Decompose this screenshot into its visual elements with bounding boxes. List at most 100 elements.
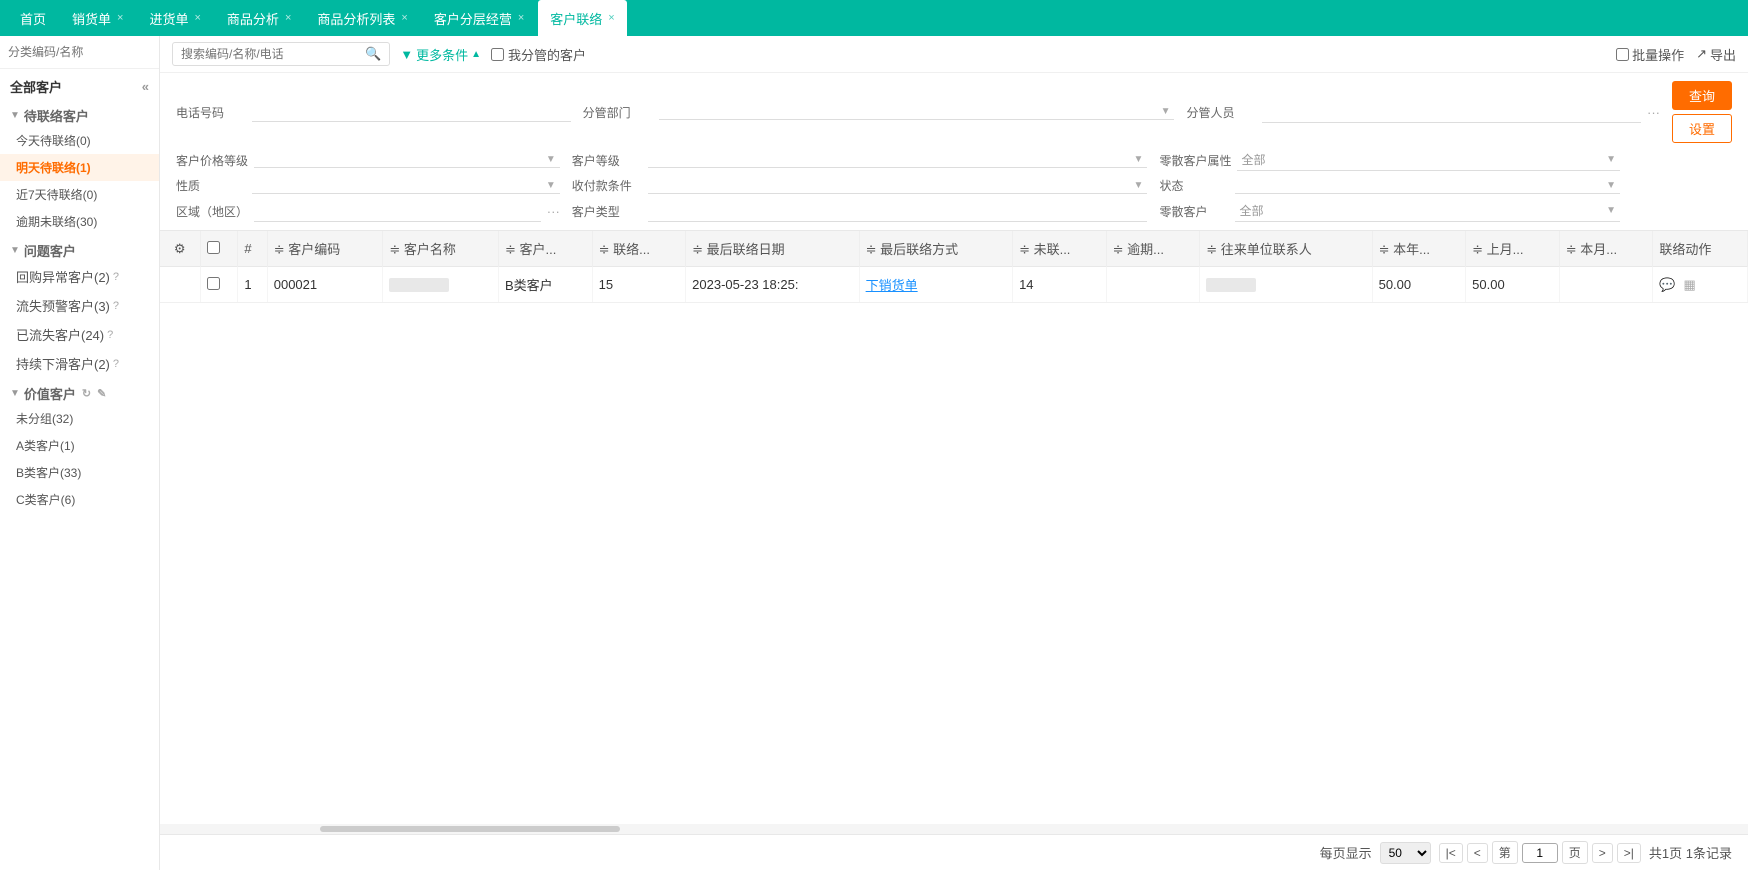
batch-op-checkbox[interactable]	[1616, 48, 1629, 61]
sidebar-item-tomorrow[interactable]: 明天待联络(1)	[0, 154, 159, 181]
total-info: 共1页 1条记录	[1649, 843, 1732, 862]
per-page-label: 每页显示	[1320, 843, 1372, 862]
value-refresh-icon[interactable]: ↻	[82, 387, 91, 400]
col-gear-header[interactable]: ⚙	[160, 231, 200, 267]
page-input[interactable]	[1522, 843, 1558, 863]
row-uncontacted-0: 14	[1013, 267, 1107, 303]
customer-level-select[interactable]: ▼	[648, 152, 1148, 168]
nav-purchase[interactable]: 进货单 ×	[137, 0, 212, 36]
nature-arrow-icon: ▼	[546, 180, 556, 191]
col-this-year-label: ≑ 本年...	[1379, 242, 1430, 257]
status-select[interactable]: ▼	[1235, 178, 1620, 194]
sidebar-item-c-class[interactable]: C类客户(6)	[0, 486, 159, 513]
row-num-0: 1	[238, 267, 267, 303]
collapse-icon[interactable]: «	[142, 79, 149, 94]
my-customers-checkbox[interactable]	[491, 48, 504, 61]
customer-level-arrow-icon: ▼	[1134, 154, 1144, 165]
sidebar-item-week[interactable]: 近7天待联络(0)	[0, 181, 159, 208]
all-customers-header: 全部客户 «	[0, 69, 159, 100]
sidebar-item-overdue[interactable]: 逾期未联络(30)	[0, 208, 159, 235]
col-this-month-header[interactable]: ≑ 本月...	[1559, 231, 1653, 267]
col-uncontacted-header[interactable]: ≑ 未联...	[1013, 231, 1107, 267]
payment-select[interactable]: ▼	[648, 178, 1148, 194]
nav-sales[interactable]: 销货单 ×	[60, 0, 135, 36]
col-code-header[interactable]: ≑ 客户编码	[267, 231, 383, 267]
dept-select[interactable]: ▼	[659, 104, 1175, 120]
sidebar-item-today[interactable]: 今天待联络(0)	[0, 127, 159, 154]
close-product-analysis-icon[interactable]: ×	[285, 12, 291, 24]
per-page-select[interactable]: 50 10 20 100	[1380, 842, 1431, 864]
nature-select[interactable]: ▼	[252, 178, 560, 194]
nav-customer-contact[interactable]: 客户联络 ×	[538, 0, 626, 36]
query-btn[interactable]: 查询	[1672, 81, 1732, 110]
customer-table: ⚙ # ≑ 客户编码 ≑ 客户名称 ≑ 客户... ≑ 联络... ≑ 最后联络…	[160, 231, 1748, 303]
retail-attr-select[interactable]: 全部 ▼	[1237, 149, 1620, 171]
col-name-header[interactable]: ≑ 客户名称	[383, 231, 499, 267]
person-more-icon[interactable]: ···	[1647, 105, 1660, 120]
more-conditions-btn[interactable]: ▼ 更多条件 ▲	[400, 45, 481, 64]
export-btn[interactable]: ↗ 导出	[1696, 45, 1736, 64]
sidebar-item-b-class[interactable]: B类客户(33)	[0, 459, 159, 486]
col-contact-count-label: ≑ 联络...	[599, 242, 650, 257]
scrollbar-thumb[interactable]	[320, 826, 620, 832]
row-select-0[interactable]	[207, 277, 220, 290]
row-last-contact-method-0[interactable]: 下销货单	[859, 267, 1012, 303]
my-customers-checkbox-area: 我分管的客户	[491, 45, 586, 64]
col-unit-contact-header[interactable]: ≑ 往来单位联系人	[1200, 231, 1372, 267]
row-last-month-0: 50.00	[1466, 267, 1560, 303]
settings-btn[interactable]: 设置	[1672, 114, 1732, 143]
sidebar-item-continuous-decline[interactable]: 持续下滑客户(2) ?	[0, 349, 159, 378]
footer-bar: 每页显示 50 10 20 100 |< < 第 页 > >| 共1页 1条记录	[160, 834, 1748, 870]
close-customer-layered-icon[interactable]: ×	[518, 12, 524, 24]
action-comment-icon-0[interactable]: 💬	[1659, 277, 1675, 293]
sidebar-item-a-class[interactable]: A类客户(1)	[0, 432, 159, 459]
close-customer-contact-icon[interactable]: ×	[608, 12, 614, 24]
close-purchase-icon[interactable]: ×	[194, 12, 200, 24]
nav-product-analysis[interactable]: 商品分析 ×	[215, 0, 303, 36]
select-all-checkbox[interactable]	[207, 241, 220, 254]
nav-product-analysis-list[interactable]: 商品分析列表 ×	[305, 0, 419, 36]
search-input[interactable]	[181, 47, 361, 61]
value-edit-icon[interactable]: ✎	[97, 387, 106, 400]
retail-customer-select[interactable]: 全部 ▼	[1235, 200, 1620, 222]
col-last-contact-date-label: ≑ 最后联络日期	[692, 242, 785, 257]
contact-method-link-0[interactable]: 下销货单	[866, 278, 918, 293]
first-page-btn[interactable]: |<	[1439, 843, 1463, 863]
col-contact-count-header[interactable]: ≑ 联络...	[592, 231, 686, 267]
col-category-header[interactable]: ≑ 客户...	[499, 231, 593, 267]
sidebar-item-lost[interactable]: 已流失客户(24) ?	[0, 320, 159, 349]
last-page-btn[interactable]: >|	[1617, 843, 1641, 863]
horizontal-scrollbar[interactable]	[160, 824, 1748, 834]
sidebar-item-repurchase-anomaly[interactable]: 回购异常客户(2) ?	[0, 262, 159, 291]
close-sales-icon[interactable]: ×	[117, 12, 123, 24]
col-unit-contact-label: ≑ 往来单位联系人	[1206, 242, 1312, 257]
filter-right-actions: 批量操作 ↗ 导出	[1616, 45, 1736, 64]
col-last-contact-date-header[interactable]: ≑ 最后联络日期	[686, 231, 859, 267]
sidebar-item-ungrouped[interactable]: 未分组(32)	[0, 405, 159, 432]
next-page-btn[interactable]: >	[1592, 843, 1613, 863]
customer-type-input[interactable]	[648, 200, 1148, 222]
area-more-icon[interactable]: ···	[547, 204, 560, 219]
person-input[interactable]	[1262, 101, 1641, 123]
col-last-contact-method-header[interactable]: ≑ 最后联络方式	[859, 231, 1012, 267]
page-label: 第	[1492, 841, 1518, 864]
payment-arrow-icon: ▼	[1134, 180, 1144, 191]
prev-page-btn[interactable]: <	[1467, 843, 1488, 863]
nav-customer-layered[interactable]: 客户分层经营 ×	[422, 0, 536, 36]
nav-home[interactable]: 首页	[8, 0, 58, 36]
close-product-analysis-list-icon[interactable]: ×	[401, 12, 407, 24]
sidebar-item-lost-risk[interactable]: 流失预警客户(3) ?	[0, 291, 159, 320]
batch-op-btn[interactable]: 批量操作	[1616, 45, 1684, 64]
phone-input[interactable]	[252, 103, 571, 122]
price-level-select[interactable]: ▼	[254, 152, 560, 168]
col-this-year-header[interactable]: ≑ 本年...	[1372, 231, 1466, 267]
chevron-up-icon: ▲	[471, 49, 481, 60]
area-input[interactable]	[254, 200, 541, 222]
col-overdue-header[interactable]: ≑ 逾期...	[1106, 231, 1200, 267]
sidebar-search-area: 🔍	[0, 36, 159, 69]
col-last-month-header[interactable]: ≑ 上月...	[1466, 231, 1560, 267]
row-gear-0	[160, 267, 200, 303]
action-grid-icon-0[interactable]: ▦	[1684, 277, 1696, 293]
sidebar-search-input[interactable]	[8, 45, 160, 59]
search-icon[interactable]: 🔍	[365, 46, 381, 62]
